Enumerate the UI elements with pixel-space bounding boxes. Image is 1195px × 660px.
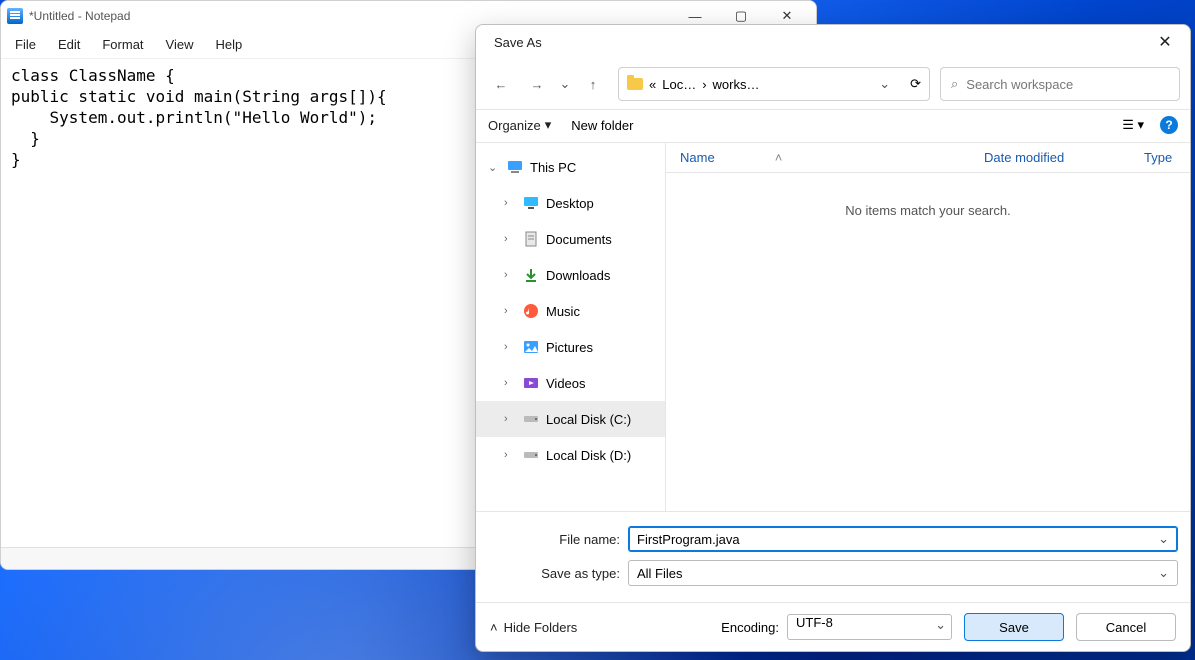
forward-button[interactable]: → [522, 69, 552, 99]
vid-icon [522, 374, 540, 392]
chevron-down-icon[interactable]: ⌄ [1158, 565, 1169, 581]
expand-icon[interactable]: › [504, 341, 516, 353]
tree-item-label: This PC [530, 160, 576, 175]
breadcrumb-seg1[interactable]: Loc… [662, 77, 696, 92]
menu-help[interactable]: Help [205, 33, 252, 56]
download-icon [522, 266, 540, 284]
tree-item-pictures[interactable]: › Pictures [476, 329, 665, 365]
expand-icon[interactable]: › [504, 197, 516, 209]
savetype-value: All Files [637, 566, 683, 581]
expand-icon[interactable]: › [504, 305, 516, 317]
breadcrumb-sep: › [702, 77, 706, 92]
tree-item-label: Local Disk (C:) [546, 412, 631, 427]
encoding-value: UTF-8 [796, 615, 833, 630]
expand-icon[interactable]: › [504, 413, 516, 425]
up-button[interactable]: ↑ [578, 69, 608, 99]
folder-tree[interactable]: ⌄ This PC › Desktop › Documents › Downloads › Mus… [476, 143, 666, 511]
tree-item-local-disk-d-[interactable]: › Local Disk (D:) [476, 437, 665, 473]
menu-file[interactable]: File [5, 33, 46, 56]
saveas-toolbar: Organize ▾ New folder ☰ ▾ ? [476, 110, 1190, 143]
tree-item-label: Downloads [546, 268, 610, 283]
tree-item-desktop[interactable]: › Desktop [476, 185, 665, 221]
encoding-label: Encoding: [721, 620, 779, 635]
hide-folders-toggle[interactable]: ˄ Hide Folders [490, 620, 577, 635]
search-icon: ⌕ [951, 76, 958, 92]
menu-edit[interactable]: Edit [48, 33, 90, 56]
search-placeholder: Search workspace [966, 77, 1073, 92]
tree-item-label: Documents [546, 232, 612, 247]
expand-icon[interactable]: › [504, 233, 516, 245]
menu-view[interactable]: View [156, 33, 204, 56]
notepad-title: *Untitled - Notepad [29, 9, 130, 23]
disk-icon [522, 446, 540, 464]
close-icon[interactable]: ✕ [1150, 32, 1180, 52]
tree-item-label: Videos [546, 376, 586, 391]
search-box[interactable]: ⌕ Search workspace [940, 67, 1180, 101]
new-folder-button[interactable]: New folder [571, 118, 633, 133]
tree-item-downloads[interactable]: › Downloads [476, 257, 665, 293]
tree-item-label: Pictures [546, 340, 593, 355]
tree-item-videos[interactable]: › Videos [476, 365, 665, 401]
tree-item-music[interactable]: › Music [476, 293, 665, 329]
refresh-icon[interactable]: ⟳ [910, 76, 921, 92]
savetype-select[interactable]: All Files ⌄ [628, 560, 1178, 586]
empty-message: No items match your search. [666, 173, 1190, 248]
recent-dropdown[interactable]: ⌄ [558, 69, 572, 99]
doc-icon [522, 230, 540, 248]
file-list[interactable]: Name ˄ Date modified Type No items match… [666, 143, 1190, 511]
menu-format[interactable]: Format [92, 33, 153, 56]
organize-button[interactable]: Organize ▾ [488, 117, 551, 133]
back-button[interactable]: ← [486, 69, 516, 99]
help-icon[interactable]: ? [1160, 116, 1178, 134]
music-icon [522, 302, 540, 320]
saveas-title: Save As [494, 35, 542, 50]
chevron-down-icon[interactable]: ⌄ [1158, 531, 1169, 547]
tree-item-documents[interactable]: › Documents [476, 221, 665, 257]
column-headers[interactable]: Name ˄ Date modified Type [666, 143, 1190, 173]
tree-item-label: Music [546, 304, 580, 319]
sort-indicator-icon: ˄ [775, 150, 783, 165]
pc-icon [506, 158, 524, 176]
address-bar[interactable]: « Loc… › works… ⌄ ⟳ [618, 67, 930, 101]
disk-icon [522, 410, 540, 428]
filename-input[interactable]: FirstProgram.java ⌄ [628, 526, 1178, 552]
expand-icon[interactable]: › [504, 449, 516, 461]
col-type[interactable]: Type [1130, 150, 1190, 165]
tree-item-label: Desktop [546, 196, 594, 211]
tree-item-local-disk-c-[interactable]: › Local Disk (C:) [476, 401, 665, 437]
encoding-select[interactable]: UTF-8 [787, 614, 952, 640]
col-date[interactable]: Date modified [970, 150, 1130, 165]
expand-icon[interactable]: › [504, 269, 516, 281]
expand-icon[interactable]: ⌄ [488, 161, 500, 174]
folder-icon [627, 78, 643, 90]
chevron-down-icon[interactable]: ⌄ [879, 76, 890, 92]
saveas-navrow: ← → ⌄ ↑ « Loc… › works… ⌄ ⟳ ⌕ Search wor… [476, 59, 1190, 110]
breadcrumb-seg2[interactable]: works… [713, 77, 760, 92]
pic-icon [522, 338, 540, 356]
save-as-dialog: Save As ✕ ← → ⌄ ↑ « Loc… › works… ⌄ ⟳ ⌕ … [475, 24, 1191, 652]
chevron-up-icon: ˄ [490, 620, 498, 635]
view-options-icon[interactable]: ☰ ▾ [1122, 117, 1144, 133]
tree-item-this-pc[interactable]: ⌄ This PC [476, 149, 665, 185]
savetype-label: Save as type: [488, 566, 628, 581]
tree-item-label: Local Disk (D:) [546, 448, 631, 463]
chevron-down-icon: ▾ [545, 117, 552, 133]
saveas-fields: File name: FirstProgram.java ⌄ Save as t… [476, 511, 1190, 602]
cancel-button[interactable]: Cancel [1076, 613, 1176, 641]
breadcrumb-pre: « [649, 77, 656, 92]
organize-label: Organize [488, 118, 541, 133]
filename-label: File name: [488, 532, 628, 547]
saveas-actions: ˄ Hide Folders Encoding: UTF-8 Save Canc… [476, 602, 1190, 651]
desktop-icon [522, 194, 540, 212]
save-button[interactable]: Save [964, 613, 1064, 641]
hide-folders-label: Hide Folders [504, 620, 578, 635]
saveas-titlebar[interactable]: Save As ✕ [476, 25, 1190, 59]
filename-value: FirstProgram.java [637, 532, 740, 547]
col-name[interactable]: Name [680, 150, 715, 165]
notepad-icon [7, 8, 23, 24]
expand-icon[interactable]: › [504, 377, 516, 389]
